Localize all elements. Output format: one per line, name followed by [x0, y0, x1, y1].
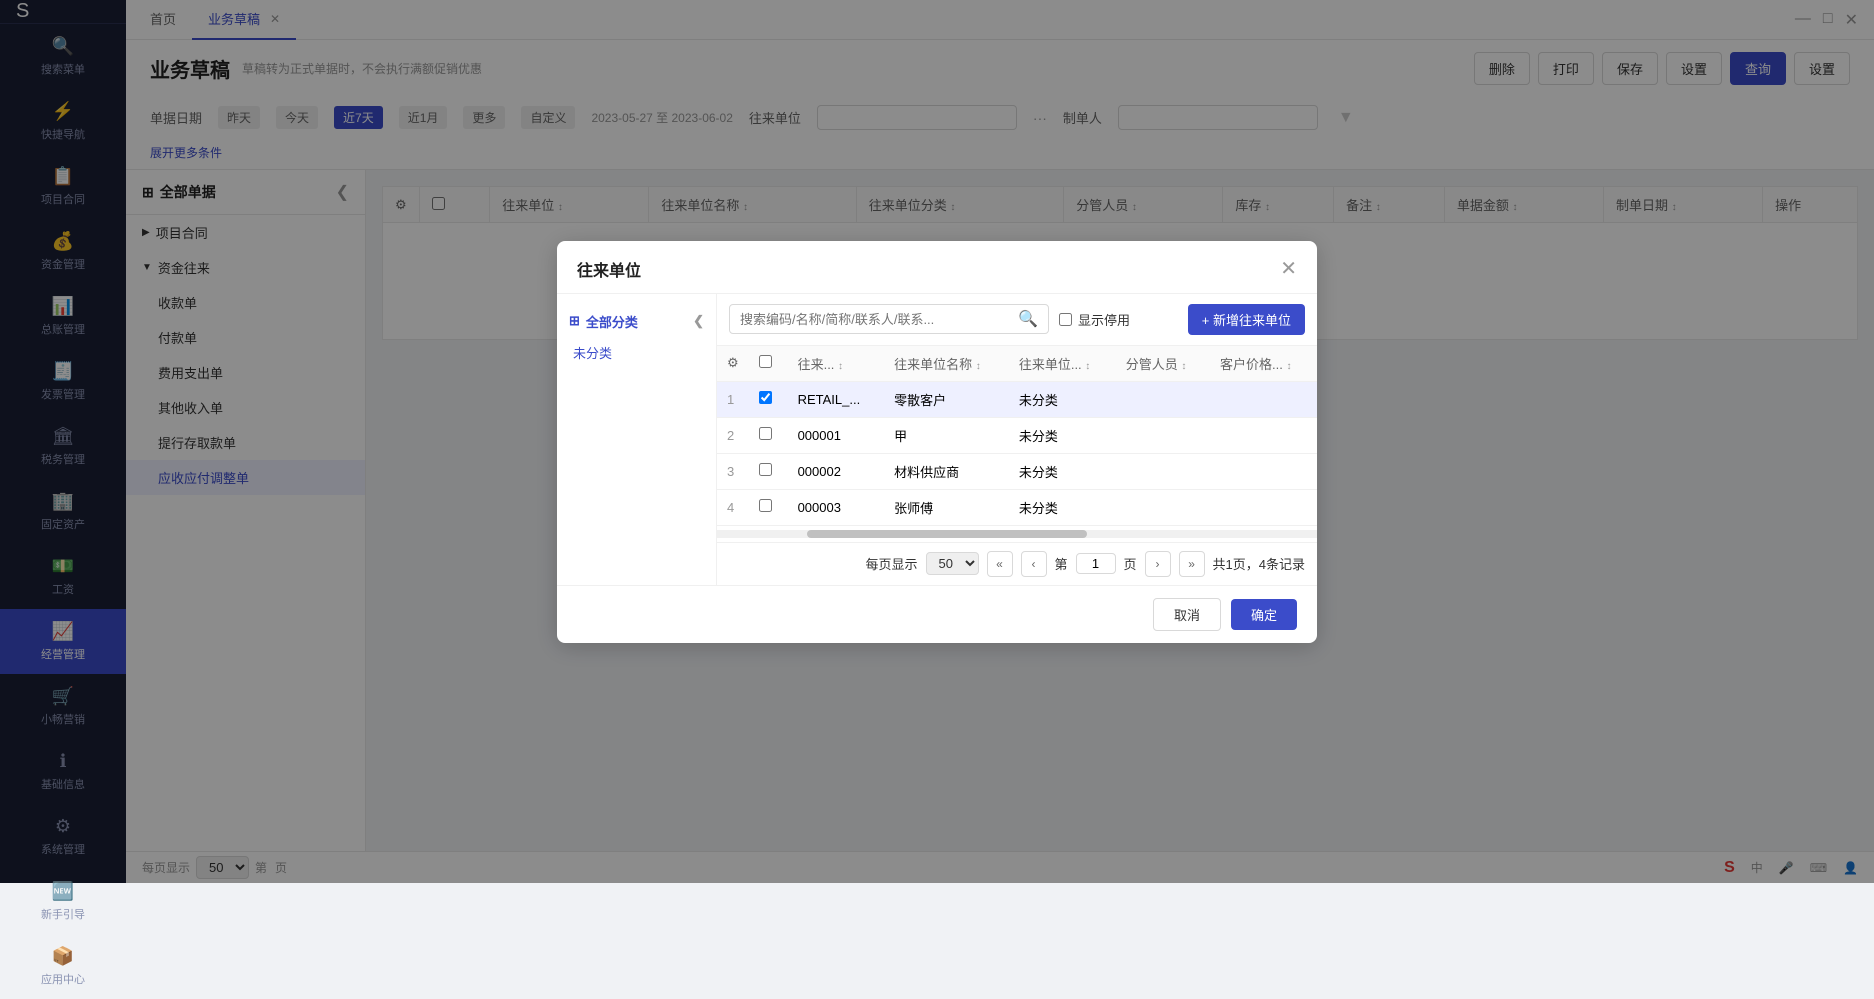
current-page-input[interactable]: [1076, 553, 1116, 574]
row-select: [749, 489, 788, 525]
next-page-btn[interactable]: ›: [1145, 551, 1171, 577]
dialog-search-input[interactable]: [740, 312, 1012, 327]
dialog-table-row[interactable]: 3 000002 材料供应商 未分类: [717, 453, 1317, 489]
dialog-table-body: 1 RETAIL_... 零散客户 未分类 2: [717, 381, 1317, 525]
dth-name: 往来单位名称 ↕: [884, 346, 1009, 382]
dialog-category-unclassified[interactable]: 未分类: [557, 337, 716, 368]
row-num: 4: [717, 489, 749, 525]
row-code: 000003: [788, 489, 885, 525]
row-category: 未分类: [1009, 489, 1116, 525]
dialog-table-row[interactable]: 4 000003 张师傅 未分类: [717, 489, 1317, 525]
row-num: 3: [717, 453, 749, 489]
dialog-scrollbar-thumb[interactable]: [807, 530, 1087, 538]
row-checkbox[interactable]: [759, 391, 772, 404]
dialog-categories: ⊞ 全部分类 ❮ 未分类: [557, 294, 717, 585]
row-name: 零散客户: [884, 381, 1009, 417]
row-manager: [1116, 417, 1210, 453]
dialog-cancel-btn[interactable]: 取消: [1153, 598, 1221, 631]
dialog-footer: 取消 确定: [557, 585, 1317, 643]
total-label: 共1页，4条记录: [1213, 554, 1305, 573]
dialog-confirm-btn[interactable]: 确定: [1231, 599, 1297, 630]
dialog-pagination: 每页显示 50 « ‹ 第 页 › » 共1页，4条记录: [717, 542, 1317, 585]
add-partner-btn[interactable]: + 新增往来单位: [1188, 304, 1305, 335]
row-select: [749, 417, 788, 453]
apps-icon: 📦: [52, 946, 74, 967]
sidebar-item-apps[interactable]: 📦 应用中心: [0, 934, 126, 999]
dialog-table-wrap: ⚙ 往来... ↕ 往来单位名称 ↕ 往来单位... ↕ 分管人员 ↕ 客户价格…: [717, 346, 1317, 526]
dth-select: [749, 346, 788, 382]
row-code: 000002: [788, 453, 885, 489]
dth-settings: ⚙: [717, 346, 749, 382]
row-category: 未分类: [1009, 381, 1116, 417]
row-code: 000001: [788, 417, 885, 453]
dialog-table-row[interactable]: 2 000001 甲 未分类: [717, 417, 1317, 453]
page-unit: 页: [1124, 554, 1137, 573]
dialog-body: ⊞ 全部分类 ❮ 未分类 🔍 显示停用: [557, 294, 1317, 585]
row-manager: [1116, 453, 1210, 489]
row-price: [1210, 489, 1317, 525]
dth-manager: 分管人员 ↕: [1116, 346, 1210, 382]
dth-price: 客户价格... ↕: [1210, 346, 1317, 382]
last-page-btn[interactable]: »: [1179, 551, 1205, 577]
dialog-close-btn[interactable]: ✕: [1280, 259, 1297, 279]
dialog-table: ⚙ 往来... ↕ 往来单位名称 ↕ 往来单位... ↕ 分管人员 ↕ 客户价格…: [717, 346, 1317, 526]
dialog-category-header: ⊞ 全部分类 ❮: [557, 306, 716, 337]
page-size-label: 每页显示: [865, 554, 917, 573]
partner-dialog: 往来单位 ✕ ⊞ 全部分类 ❮ 未分类: [557, 241, 1317, 643]
row-checkbox[interactable]: [759, 427, 772, 440]
row-manager: [1116, 489, 1210, 525]
row-manager: [1116, 381, 1210, 417]
dialog-search-icon: 🔍: [1018, 309, 1038, 329]
show-disabled-label: 显示停用: [1059, 310, 1130, 329]
dialog-right: 🔍 显示停用 + 新增往来单位 ⚙: [717, 294, 1317, 585]
first-page-btn[interactable]: «: [987, 551, 1013, 577]
dialog-search-box: 🔍: [729, 304, 1049, 334]
dialog-table-header: ⚙ 往来... ↕ 往来单位名称 ↕ 往来单位... ↕ 分管人员 ↕ 客户价格…: [717, 346, 1317, 382]
row-select: [749, 453, 788, 489]
dialog-select-all[interactable]: [759, 355, 772, 368]
row-category: 未分类: [1009, 453, 1116, 489]
collapse-category-btn[interactable]: ❮: [693, 313, 704, 329]
row-price: [1210, 417, 1317, 453]
row-checkbox[interactable]: [759, 499, 772, 512]
page-label: 第: [1055, 554, 1068, 573]
row-num: 1: [717, 381, 749, 417]
dialog-header: 往来单位 ✕: [557, 241, 1317, 294]
dialog-overlay: 往来单位 ✕ ⊞ 全部分类 ❮ 未分类: [0, 0, 1874, 883]
dialog-table-row[interactable]: 1 RETAIL_... 零散客户 未分类: [717, 381, 1317, 417]
row-price: [1210, 381, 1317, 417]
dialog-title: 往来单位: [577, 257, 641, 281]
dth-category: 往来单位... ↕: [1009, 346, 1116, 382]
row-category: 未分类: [1009, 417, 1116, 453]
row-name: 张师傅: [884, 489, 1009, 525]
row-code: RETAIL_...: [788, 381, 885, 417]
prev-page-btn[interactable]: ‹: [1021, 551, 1047, 577]
grid-icon-small: ⊞: [569, 313, 580, 329]
row-select: [749, 381, 788, 417]
row-name: 甲: [884, 417, 1009, 453]
row-name: 材料供应商: [884, 453, 1009, 489]
guide-icon: 🆕: [52, 881, 74, 902]
row-checkbox[interactable]: [759, 463, 772, 476]
row-price: [1210, 453, 1317, 489]
dth-code: 往来... ↕: [788, 346, 885, 382]
show-disabled-checkbox[interactable]: [1059, 313, 1072, 326]
dialog-page-size-select[interactable]: 50: [926, 552, 979, 575]
dialog-toolbar: 🔍 显示停用 + 新增往来单位: [717, 294, 1317, 346]
row-num: 2: [717, 417, 749, 453]
dialog-scrollbar[interactable]: [717, 530, 1317, 538]
